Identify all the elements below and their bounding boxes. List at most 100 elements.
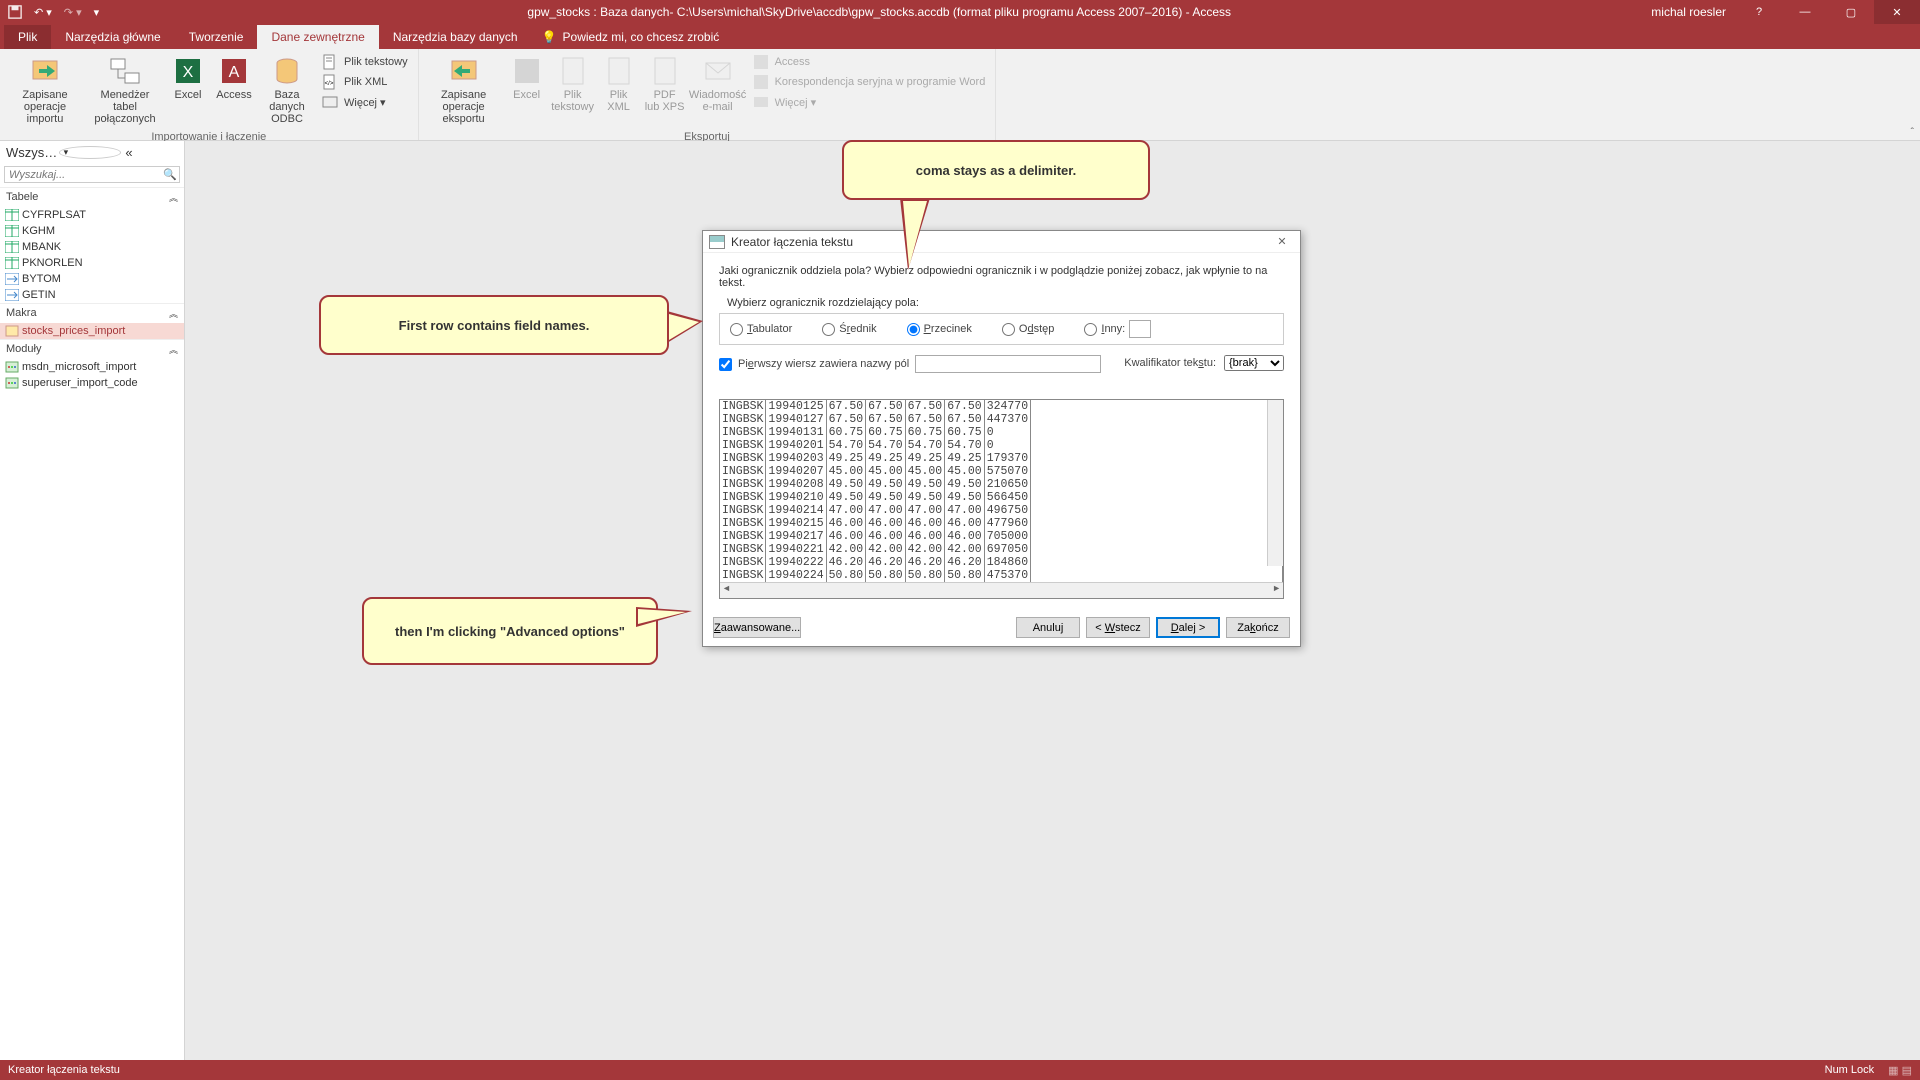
- nav-table-item[interactable]: PKNORLEN: [0, 255, 184, 271]
- word-icon: [753, 74, 769, 90]
- qat-customize-icon[interactable]: ▾: [94, 6, 100, 19]
- first-row-label: Pierwszy wiersz zawiera nazwy pól: [738, 358, 909, 370]
- nav-table-item[interactable]: KGHM: [0, 223, 184, 239]
- nav-section-modules[interactable]: Moduły︽: [0, 339, 184, 359]
- pdf-icon: [649, 55, 681, 87]
- ribbon-tabs: Plik Narzędzia główne Tworzenie Dane zew…: [0, 24, 1920, 49]
- numlock-indicator: Num Lock: [1825, 1064, 1875, 1076]
- nav-macro-item[interactable]: stocks_prices_import: [0, 323, 184, 339]
- finish-button[interactable]: Zakończ: [1226, 617, 1290, 638]
- ribbon-group-import: Zapisane operacje importu Menedżer tabel…: [0, 49, 419, 140]
- export-email-button[interactable]: Wiadomość e-mail: [689, 51, 747, 117]
- radio-semicolon[interactable]: Średnik: [822, 323, 876, 336]
- search-input[interactable]: [4, 166, 180, 183]
- ribbon: Zapisane operacje importu Menedżer tabel…: [0, 49, 1920, 141]
- chevron-up-icon: ︽: [169, 343, 178, 356]
- save-icon[interactable]: [8, 5, 22, 19]
- ribbon-group-export: Zapisane operacje eksportu Excel Plik te…: [419, 49, 997, 140]
- more-icon: [753, 94, 769, 110]
- callout-advanced: then I'm clicking "Advanced options": [362, 597, 658, 665]
- navigation-pane: Wszystkie obiekty p… ▾ « 🔍 Tabele︽ CYFRP…: [0, 141, 185, 1060]
- other-delimiter-input[interactable]: [1129, 320, 1151, 338]
- tab-external-data[interactable]: Dane zewnętrzne: [257, 25, 378, 49]
- linked-table-manager-button[interactable]: Menedżer tabel połączonych: [86, 51, 164, 129]
- import-access-button[interactable]: A Access: [212, 51, 256, 105]
- nav-module-item[interactable]: superuser_import_code: [0, 375, 184, 391]
- export-pdf-button[interactable]: PDF lub XPS: [643, 51, 687, 117]
- svg-text:</>: </>: [325, 81, 334, 87]
- first-row-checkbox[interactable]: [719, 358, 732, 371]
- scrollbar-vertical[interactable]: [1267, 400, 1283, 566]
- status-bar: Kreator łączenia tekstu Num Lock ▦ ▤: [0, 1060, 1920, 1080]
- email-icon: [702, 55, 734, 87]
- help-icon[interactable]: ?: [1736, 0, 1782, 24]
- status-text: Kreator łączenia tekstu: [8, 1064, 120, 1076]
- redo-icon[interactable]: ↷ ▾: [64, 6, 82, 19]
- search-icon[interactable]: 🔍: [163, 168, 177, 181]
- next-button[interactable]: Dalej >: [1156, 617, 1220, 638]
- radio-other[interactable]: Inny:: [1084, 320, 1151, 338]
- saved-imports-button[interactable]: Zapisane operacje importu: [6, 51, 84, 129]
- tab-file[interactable]: Plik: [4, 25, 51, 49]
- import-text-button[interactable]: Plik tekstowy: [318, 53, 412, 71]
- nav-table-item[interactable]: GETIN: [0, 287, 184, 303]
- nav-table-item[interactable]: MBANK: [0, 239, 184, 255]
- excel-icon: [511, 55, 543, 87]
- tab-create[interactable]: Tworzenie: [175, 25, 258, 49]
- back-button[interactable]: < Wstecz: [1086, 617, 1150, 638]
- delimiter-options: Tabulator Średnik Przecinek Odstęp Inny:: [719, 313, 1284, 345]
- nav-table-item[interactable]: CYFRPLSAT: [0, 207, 184, 223]
- dropdown-icon[interactable]: ▾: [59, 146, 122, 159]
- quick-access-toolbar: ↶ ▾ ↷ ▾ ▾: [0, 5, 107, 19]
- undo-icon[interactable]: ↶ ▾: [34, 6, 52, 19]
- export-access-button: Access: [749, 53, 990, 71]
- saved-exports-button[interactable]: Zapisane operacje eksportu: [425, 51, 503, 129]
- collapse-ribbon-icon[interactable]: ˆ: [1911, 127, 1914, 138]
- import-xml-button[interactable]: </>Plik XML: [318, 73, 412, 91]
- saved-imports-icon: [29, 55, 61, 87]
- xml-file-icon: </>: [322, 74, 338, 90]
- tab-dbtools[interactable]: Narzędzia bazy danych: [379, 25, 532, 49]
- import-odbc-button[interactable]: Baza danych ODBC: [258, 51, 316, 129]
- xml-file-icon: [603, 55, 635, 87]
- nav-section-tables[interactable]: Tabele︽: [0, 187, 184, 207]
- view-buttons[interactable]: ▦ ▤: [1888, 1064, 1912, 1077]
- export-text-button[interactable]: Plik tekstowy: [551, 51, 595, 117]
- callout-comma-delimiter: coma stays as a delimiter.: [842, 140, 1150, 200]
- radio-comma[interactable]: Przecinek: [907, 323, 972, 336]
- export-excel-button[interactable]: Excel: [505, 51, 549, 105]
- wizard-icon: [709, 235, 725, 249]
- tell-me[interactable]: 💡 Powiedz mi, co chcesz zrobić: [532, 25, 730, 49]
- svg-text:X: X: [183, 64, 194, 81]
- preview-data: INGBSK1994012567.5067.5067.5067.50324770…: [720, 400, 1283, 582]
- import-more-button[interactable]: Więcej ▾: [318, 93, 412, 111]
- disabled-field: [915, 355, 1101, 373]
- user-name[interactable]: michal roesler: [1651, 5, 1736, 19]
- access-icon: [753, 54, 769, 70]
- text-file-icon: [557, 55, 589, 87]
- cancel-button[interactable]: Anuluj: [1016, 617, 1080, 638]
- shutter-icon[interactable]: «: [121, 145, 178, 160]
- dialog-prompt: Jaki ogranicznik oddziela pola? Wybierz …: [719, 265, 1284, 289]
- bulb-icon: 💡: [542, 30, 557, 44]
- export-more-button: Więcej ▾: [749, 93, 990, 111]
- radio-tab[interactable]: Tabulator: [730, 323, 792, 336]
- nav-section-macros[interactable]: Makra︽: [0, 303, 184, 323]
- close-icon[interactable]: ✕: [1874, 0, 1920, 24]
- maximize-icon[interactable]: ▢: [1828, 0, 1874, 24]
- export-xml-button[interactable]: Plik XML: [597, 51, 641, 117]
- tab-home[interactable]: Narzędzia główne: [51, 25, 174, 49]
- database-icon: [271, 55, 303, 87]
- nav-module-item[interactable]: msdn_microsoft_import: [0, 359, 184, 375]
- nav-table-item[interactable]: BYTOM: [0, 271, 184, 287]
- minimize-icon[interactable]: —: [1782, 0, 1828, 24]
- text-qualifier-select[interactable]: {brak}: [1224, 355, 1284, 371]
- import-excel-button[interactable]: X Excel: [166, 51, 210, 105]
- advanced-button[interactable]: Zaawansowane...: [713, 617, 801, 638]
- scrollbar-horizontal[interactable]: ◄►: [720, 582, 1283, 598]
- callout-first-row: First row contains field names.: [319, 295, 669, 355]
- radio-space[interactable]: Odstęp: [1002, 323, 1054, 336]
- nav-pane-header[interactable]: Wszystkie obiekty p… ▾ «: [0, 141, 184, 164]
- access-icon: A: [218, 55, 250, 87]
- dialog-close-icon[interactable]: ✕: [1270, 235, 1294, 248]
